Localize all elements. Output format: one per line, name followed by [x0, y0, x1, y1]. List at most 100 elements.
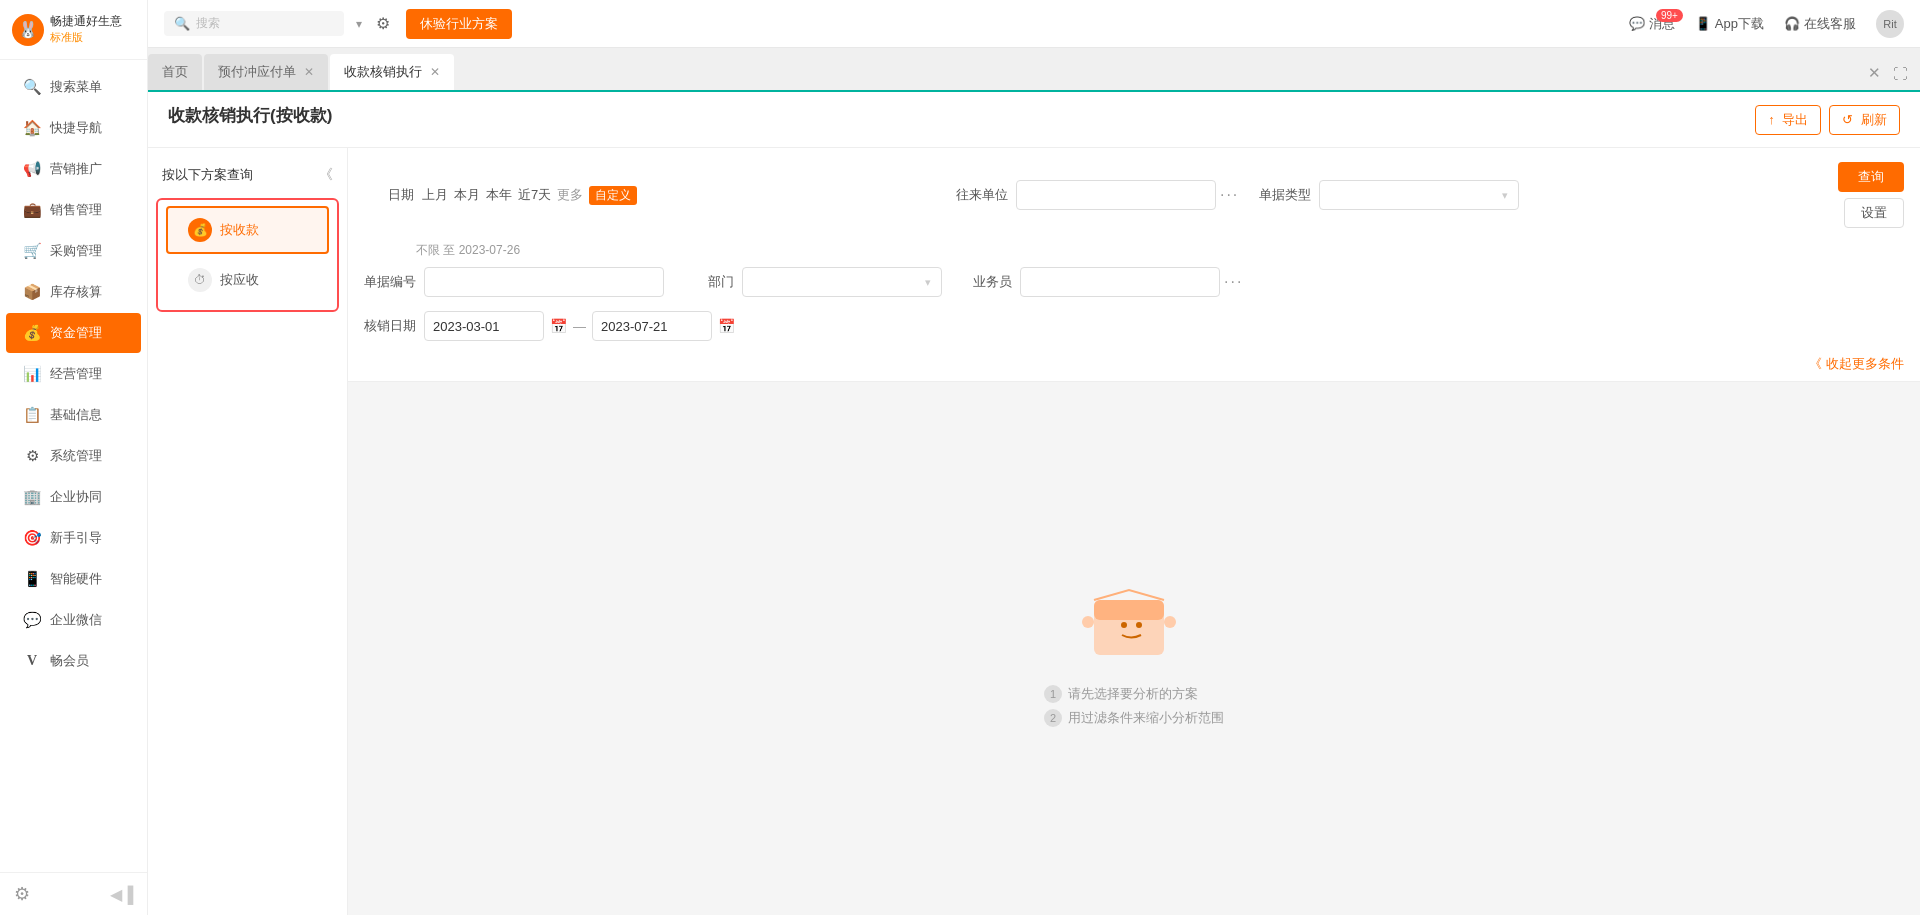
- hardware-icon: 📱: [22, 569, 42, 589]
- writeoff-end-cal-icon[interactable]: 📅: [718, 318, 735, 334]
- tab-receipt[interactable]: 收款核销执行 ✕: [330, 54, 454, 90]
- filter-item-by-receipt[interactable]: 💰 按收款: [166, 206, 329, 254]
- sidebar-item-label: 快捷导航: [50, 119, 102, 137]
- time-custom-badge[interactable]: 自定义: [589, 186, 637, 205]
- tab-home[interactable]: 首页: [148, 54, 202, 90]
- online-service-button[interactable]: 🎧 在线客服: [1784, 15, 1856, 33]
- filter-item-label: 按应收: [220, 271, 259, 289]
- refresh-button[interactable]: ↺ 刷新: [1829, 105, 1900, 135]
- sidebar-item-wechat[interactable]: 💬 企业微信: [6, 600, 141, 640]
- query-button[interactable]: 查询: [1838, 162, 1904, 192]
- headset-icon: 🎧: [1784, 16, 1800, 31]
- app-download-button[interactable]: 📱 App下载: [1695, 15, 1764, 33]
- receivable-filter-icon: ⏱: [188, 268, 212, 292]
- partner-input[interactable]: [1016, 180, 1216, 210]
- sidebar-item-sales[interactable]: 💼 销售管理: [6, 190, 141, 230]
- message-button[interactable]: 💬 消息 99+: [1629, 15, 1675, 33]
- topbar-search-box[interactable]: 🔍 搜索: [164, 11, 344, 36]
- collapse-more-icon: 《: [1809, 355, 1822, 373]
- export-button[interactable]: ↑ 导出: [1755, 105, 1821, 135]
- wechat-icon: 💬: [22, 610, 42, 630]
- writeoff-start-input[interactable]: [424, 311, 544, 341]
- empty-hint-1: 1 请先选择要分析的方案: [1044, 685, 1198, 703]
- guide-icon: 🎯: [22, 528, 42, 548]
- sidebar-item-label: 畅会员: [50, 652, 89, 670]
- receipt-filter-icon: 💰: [188, 218, 212, 242]
- sidebar-item-finance[interactable]: 💰 资金管理: [6, 313, 141, 353]
- query-row-2: 单据编号 部门 ▾ 业务员: [364, 267, 1904, 297]
- date-separator: —: [573, 319, 586, 334]
- dept-label: 部门: [684, 273, 734, 291]
- empty-hint-2: 2 用过滤条件来缩小分析范围: [1044, 709, 1224, 727]
- sidebar-item-hardware[interactable]: 📱 智能硬件: [6, 559, 141, 599]
- marketing-icon: 📢: [22, 159, 42, 179]
- user-avatar[interactable]: Rit: [1876, 10, 1904, 38]
- topbar-dropdown-icon[interactable]: ▾: [356, 17, 362, 31]
- time-7days[interactable]: 近7天: [518, 186, 551, 204]
- sidebar-item-member[interactable]: V 畅会员: [6, 641, 141, 681]
- empty-illustration: [1074, 570, 1194, 673]
- settings-button[interactable]: 设置: [1844, 198, 1904, 228]
- tab-prepay[interactable]: 预付冲应付单 ✕: [204, 54, 328, 90]
- filter-panel-collapse-icon[interactable]: 《: [319, 166, 333, 184]
- collapse-more-btn[interactable]: 《 收起更多条件: [364, 351, 1904, 381]
- settings-icon[interactable]: ⚙: [14, 883, 30, 905]
- sidebar-item-label: 企业协同: [50, 488, 102, 506]
- bill-type-field: 单据类型 ▾: [1259, 180, 1519, 210]
- window-maximize-icon[interactable]: ⛶: [1889, 61, 1912, 86]
- member-icon: V: [22, 651, 42, 671]
- sidebar-item-label: 新手引导: [50, 529, 102, 547]
- sidebar-item-basic[interactable]: 📋 基础信息: [6, 395, 141, 435]
- sidebar-item-search[interactable]: 🔍 搜索菜单: [6, 67, 141, 107]
- filter-items-box: 💰 按收款 ⏱ 按应收: [156, 198, 339, 312]
- collapse-sidebar-icon[interactable]: ◀▐: [110, 885, 133, 904]
- sidebar-item-inventory[interactable]: 📦 库存核算: [6, 272, 141, 312]
- sidebar-item-purchase[interactable]: 🛒 采购管理: [6, 231, 141, 271]
- tab-home-label: 首页: [162, 63, 188, 81]
- svg-point-4: [1082, 616, 1094, 628]
- sidebar-item-marketing[interactable]: 📢 营销推广: [6, 149, 141, 189]
- inventory-icon: 📦: [22, 282, 42, 302]
- topbar: 🔍 搜索 ▾ ⚙ 休验行业方案 💬 消息 99+ 📱 App下载 🎧 在线客服 …: [148, 0, 1920, 48]
- app-name: 畅捷通好生意: [50, 14, 122, 30]
- sidebar-item-enterprise[interactable]: 🏢 企业协同: [6, 477, 141, 517]
- finance-icon: 💰: [22, 323, 42, 343]
- refresh-icon: ↺: [1842, 112, 1853, 127]
- tab-prepay-close-icon[interactable]: ✕: [304, 65, 314, 79]
- content-body: 按以下方案查询 《 💰 按收款 ⏱ 按应收: [148, 148, 1920, 915]
- sidebar-item-label: 营销推广: [50, 160, 102, 178]
- sidebar-bottom: ⚙ ◀▐: [0, 872, 147, 915]
- time-this-month[interactable]: 本月: [454, 186, 480, 204]
- dept-select-arrow-icon: ▾: [925, 276, 931, 289]
- bill-type-select[interactable]: ▾: [1319, 180, 1519, 210]
- time-more[interactable]: 更多: [557, 186, 583, 204]
- main-area: 🔍 搜索 ▾ ⚙ 休验行业方案 💬 消息 99+ 📱 App下载 🎧 在线客服 …: [148, 0, 1920, 915]
- time-last-month[interactable]: 上月: [422, 186, 448, 204]
- sidebar-item-operation[interactable]: 📊 经营管理: [6, 354, 141, 394]
- filter-item-by-receivable[interactable]: ⏱ 按应收: [166, 256, 329, 304]
- operation-icon: 📊: [22, 364, 42, 384]
- home-icon: 🏠: [22, 118, 42, 138]
- time-this-year[interactable]: 本年: [486, 186, 512, 204]
- writeoff-start-cal-icon[interactable]: 📅: [550, 318, 567, 334]
- partner-dots-icon[interactable]: ···: [1220, 186, 1239, 204]
- bill-no-input[interactable]: [424, 267, 664, 297]
- sidebar-item-nav[interactable]: 🏠 快捷导航: [6, 108, 141, 148]
- date-field: 日期 上月 本月 本年 近7天 更多 自定义: [364, 186, 637, 205]
- solution-button[interactable]: 休验行业方案: [406, 9, 512, 39]
- system-icon: ⚙: [22, 446, 42, 466]
- sidebar-item-guide[interactable]: 🎯 新手引导: [6, 518, 141, 558]
- staff-dots-icon[interactable]: ···: [1224, 273, 1243, 291]
- staff-input[interactable]: [1020, 267, 1220, 297]
- message-badge: 99+: [1656, 9, 1683, 22]
- sidebar-item-system[interactable]: ⚙ 系统管理: [6, 436, 141, 476]
- filter-panel-header: 按以下方案查询 《: [148, 160, 347, 194]
- writeoff-end-input[interactable]: [592, 311, 712, 341]
- dept-select[interactable]: ▾: [742, 267, 942, 297]
- tab-receipt-close-icon[interactable]: ✕: [430, 65, 440, 79]
- topbar-gear-icon[interactable]: ⚙: [376, 14, 390, 33]
- tab-prepay-label: 预付冲应付单: [218, 63, 296, 81]
- topbar-right: 💬 消息 99+ 📱 App下载 🎧 在线客服 Rit: [1629, 10, 1904, 38]
- window-close-icon[interactable]: ✕: [1864, 60, 1885, 86]
- export-icon: ↑: [1768, 112, 1775, 127]
